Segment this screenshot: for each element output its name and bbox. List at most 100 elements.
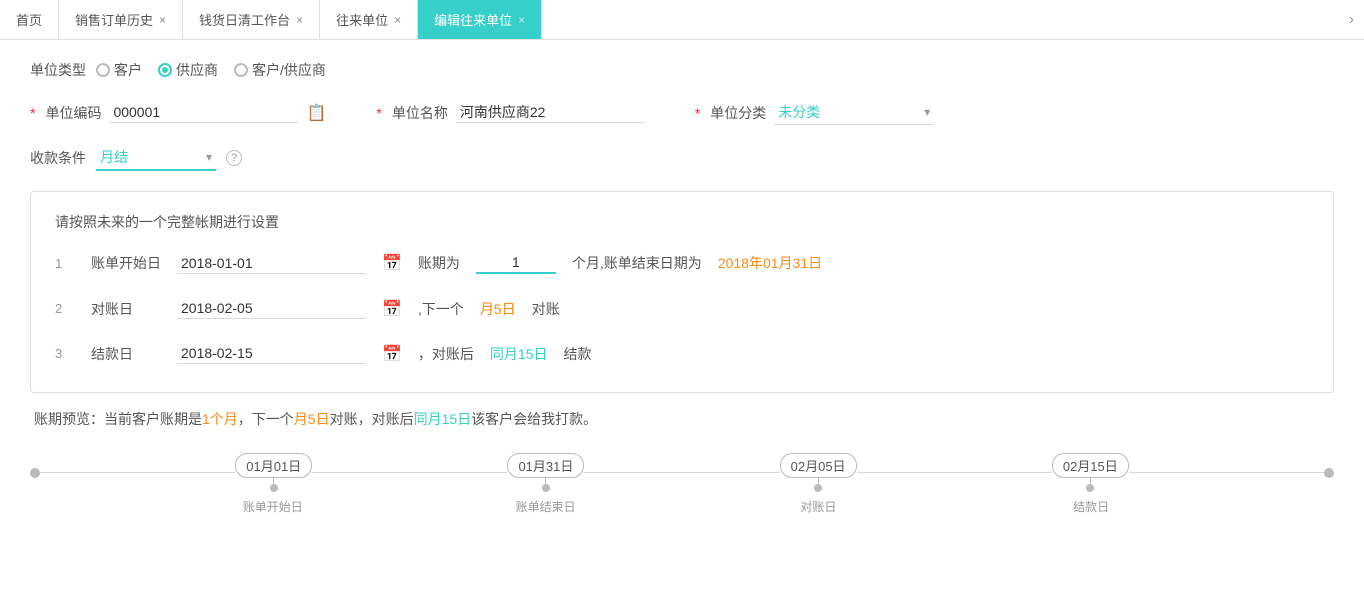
unit-code-label: 单位编码 (45, 103, 101, 123)
period-months-input[interactable] (476, 252, 556, 274)
timeline-pill-4: 02月15日 (1052, 453, 1129, 478)
period-num-3: 3 (55, 346, 75, 361)
payment-terms-help-icon[interactable]: ? (226, 150, 242, 166)
tab-sales-order-history[interactable]: 销售订单历史 × (59, 0, 183, 39)
unit-category-label: 单位分类 (710, 103, 766, 123)
timeline-node-1: 01月01日 (235, 453, 312, 492)
calendar-icon-3[interactable]: 📅 (382, 344, 402, 364)
radio-customer[interactable]: 客户 (96, 60, 142, 80)
tab-edit-partner-close[interactable]: × (518, 13, 525, 27)
radio-both[interactable]: 客户/供应商 (234, 60, 326, 80)
period-desc-suffix-2: 对账 (532, 299, 560, 319)
preview-suffix: 该客户会给我打款。 (471, 411, 597, 427)
tab-partner-units-label: 往来单位 (336, 10, 388, 29)
timeline-sublabels: 账单开始日 账单结束日 对账日 结款日 (30, 498, 1334, 515)
timeline-start-dot (30, 468, 40, 478)
period-label-3: 结款日 (91, 344, 161, 364)
tab-home-label: 首页 (16, 10, 42, 29)
tab-cash-daily[interactable]: 钱货日清工作台 × (183, 0, 320, 39)
period-row-3: 3 结款日 📅 ，对账后 同月15日 结款 (55, 343, 1309, 364)
timeline-sublabel-3: 对账日 (778, 498, 858, 515)
tab-cash-daily-label: 钱货日清工作台 (199, 10, 290, 29)
period-label-2: 对账日 (91, 299, 161, 319)
tabs-bar: 首页 销售订单历史 × 钱货日清工作台 × 往来单位 × 编辑往来单位 × › (0, 0, 1364, 40)
tabs-more-arrow[interactable]: › (1339, 0, 1364, 39)
unit-name-input[interactable] (456, 102, 645, 123)
unit-category-chevron: ▾ (924, 105, 930, 119)
timeline-seg-4 (1129, 472, 1324, 473)
period-date-1[interactable] (177, 253, 366, 274)
unit-code-icon[interactable]: 📋 (306, 103, 326, 123)
payment-terms-label: 收款条件 (30, 148, 86, 168)
period-settings-box: 请按照未来的一个完整帐期进行设置 1 账单开始日 📅 账期为 个月,账单结束日期… (30, 191, 1334, 393)
unit-type-row: 单位类型 客户 供应商 客户/供应商 (30, 60, 1334, 80)
timeline-node-2: 01月31日 (507, 453, 584, 492)
timeline-seg-2 (584, 472, 779, 473)
unit-category-field: * 单位分类 未分类 ▾ (695, 100, 934, 125)
unit-category-star: * (695, 105, 700, 121)
timeline-pill-2: 01月31日 (507, 453, 584, 478)
unit-info-row: * 单位编码 📋 * 单位名称 * 单位分类 未分类 ▾ (30, 100, 1334, 125)
preview-mid1: ，下一个 (238, 411, 294, 427)
unit-type-radio-group: 客户 供应商 客户/供应商 (96, 60, 326, 80)
timeline-seg-1 (312, 472, 507, 473)
preview-highlight3: 同月15日 (414, 411, 472, 427)
tab-home[interactable]: 首页 (0, 0, 59, 39)
period-suffix-1: 个月,账单结束日期为 (572, 253, 702, 273)
tab-edit-partner[interactable]: 编辑往来单位 × (418, 0, 542, 39)
preview-mid2: 对账，对账后 (330, 411, 414, 427)
timeline-dot-1 (270, 484, 278, 492)
timeline-dot-3 (814, 484, 822, 492)
period-date-3[interactable] (177, 343, 366, 364)
period-desc-prefix-2: ,下一个 (418, 299, 464, 319)
calendar-icon-1[interactable]: 📅 (382, 253, 402, 273)
tab-edit-partner-label: 编辑往来单位 (434, 10, 512, 29)
preview-prefix: 账期预览：当前客户账期是 (34, 411, 202, 427)
tab-sales-order-history-label: 销售订单历史 (75, 10, 153, 29)
preview-highlight2: 月5日 (294, 411, 330, 427)
timeline-pill-3: 02月05日 (780, 453, 857, 478)
timeline-node-3: 02月05日 (780, 453, 857, 492)
radio-both-label: 客户/供应商 (252, 60, 326, 80)
tab-partner-units-close[interactable]: × (394, 13, 401, 27)
unit-code-star: * (30, 105, 35, 121)
timeline-pill-1: 01月01日 (235, 453, 312, 478)
payment-terms-row: 收款条件 月结 ▾ ? (30, 145, 1334, 171)
timeline-dot-4 (1086, 484, 1094, 492)
payment-terms-chevron: ▾ (206, 150, 212, 164)
timeline-sublabel-1: 账单开始日 (233, 498, 313, 515)
payment-terms-value: 月结 (100, 147, 200, 167)
radio-supplier-dot (162, 67, 168, 73)
radio-supplier[interactable]: 供应商 (158, 60, 218, 80)
unit-category-value: 未分类 (778, 102, 918, 122)
preview-highlight1: 1个月 (202, 411, 238, 427)
timeline-container: 01月01日 01月31日 02月05日 (30, 453, 1334, 515)
timeline-seg-0 (40, 472, 235, 473)
period-settings-title: 请按照未来的一个完整帐期进行设置 (55, 212, 1309, 232)
timeline-end-dot (1324, 468, 1334, 478)
period-prefix-1: 账期为 (418, 253, 460, 273)
preview-text: 账期预览：当前客户账期是1个月，下一个月5日对账，对账后同月15日该客户会给我打… (30, 409, 1334, 429)
period-desc-suffix-3: 结款 (564, 344, 592, 364)
timeline-dot-2 (542, 484, 550, 492)
timeline-seg-3 (857, 472, 1052, 473)
timeline-node-4: 02月15日 (1052, 453, 1129, 492)
unit-type-label: 单位类型 (30, 60, 86, 80)
main-content: 单位类型 客户 供应商 客户/供应商 * 单位编码 📋 (0, 40, 1364, 608)
payment-terms-select[interactable]: 月结 ▾ (96, 145, 216, 171)
unit-code-input[interactable] (109, 102, 298, 123)
calendar-icon-2[interactable]: 📅 (382, 299, 402, 319)
radio-customer-label: 客户 (114, 60, 142, 80)
period-date-2[interactable] (177, 298, 366, 319)
unit-code-field: * 单位编码 📋 (30, 102, 326, 123)
unit-name-label: 单位名称 (392, 103, 448, 123)
period-num-2: 2 (55, 301, 75, 316)
tab-cash-daily-close[interactable]: × (296, 13, 303, 27)
period-end-date-1: 2018年01月31日 (718, 253, 822, 273)
unit-category-select[interactable]: 未分类 ▾ (774, 100, 934, 125)
radio-customer-circle (96, 63, 110, 77)
period-row-2: 2 对账日 📅 ,下一个月5日 对账 (55, 298, 1309, 319)
tab-partner-units[interactable]: 往来单位 × (320, 0, 418, 39)
period-label-1: 账单开始日 (91, 253, 161, 273)
tab-sales-order-history-close[interactable]: × (159, 13, 166, 27)
